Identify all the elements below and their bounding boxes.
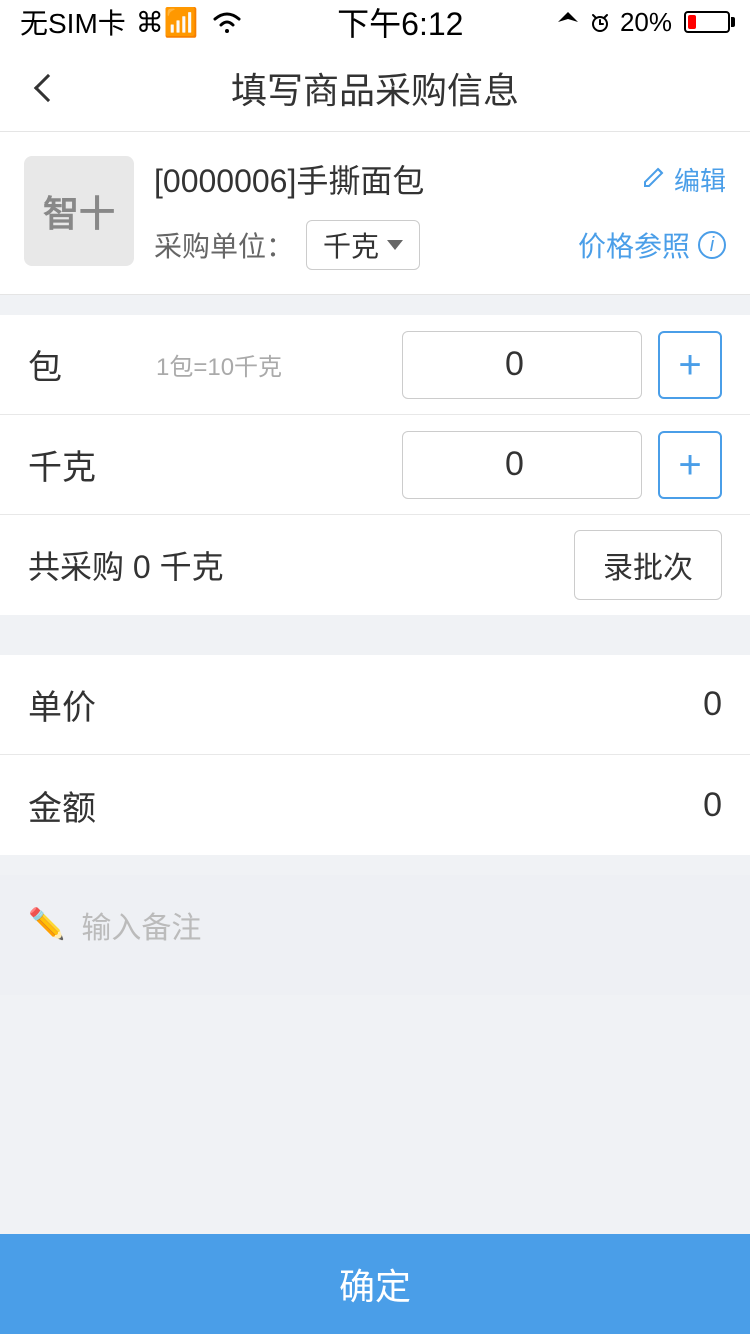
- bag-input-wrapper: +: [282, 331, 722, 399]
- price-ref-label: 价格参照: [578, 225, 690, 265]
- battery-icon: [684, 11, 730, 33]
- location-icon: [556, 10, 580, 34]
- confirm-bar[interactable]: 确定: [0, 1234, 750, 1334]
- status-bar: 无SIM卡 ⌘📶 下午6:12 20%: [0, 0, 750, 44]
- back-arrow-icon: [34, 73, 62, 101]
- unit-price-row: 单价 0: [0, 655, 750, 755]
- input-section: 包 1包=10千克 + 千克 + 共采购 0 千克 录批次: [0, 315, 750, 615]
- edit-label: 编辑: [674, 161, 726, 198]
- batch-button[interactable]: 录批次: [574, 530, 722, 600]
- wifi-icon: ⌘📶: [136, 6, 199, 39]
- edit-icon: [642, 166, 668, 192]
- plus-icon-2: +: [678, 445, 701, 485]
- nav-bar: 填写商品采购信息: [0, 44, 750, 132]
- battery-percent: 20%: [620, 7, 672, 38]
- carrier-text: 无SIM卡: [20, 2, 126, 42]
- unit-price-value: 0: [703, 685, 722, 724]
- bag-label: 包: [28, 340, 148, 389]
- bag-sub-label: 1包=10千克: [156, 347, 282, 382]
- confirm-button-label: 确定: [339, 1258, 411, 1310]
- alarm-icon: [588, 10, 612, 34]
- chevron-down-icon: [387, 240, 403, 250]
- product-name-row: [0000006]手撕面包 编辑: [154, 156, 726, 202]
- section-divider-1: [0, 295, 750, 315]
- price-reference-button[interactable]: 价格参照 i: [578, 225, 726, 265]
- amount-value: 0: [703, 786, 722, 825]
- product-logo: 智十: [43, 185, 115, 237]
- kg-plus-button[interactable]: +: [658, 431, 722, 499]
- amount-label: 金额: [28, 781, 96, 830]
- summary-unit: 千克: [160, 549, 224, 585]
- unit-price-label: 单价: [28, 680, 96, 729]
- product-image: 智十: [24, 156, 134, 266]
- unit-value: 千克: [323, 225, 379, 265]
- kg-input-row: 千克 +: [0, 415, 750, 515]
- summary-label: 共采购: [28, 549, 124, 585]
- pencil-icon: ✏️: [28, 907, 65, 942]
- unit-row: 采购单位： 千克 价格参照 i: [154, 220, 726, 270]
- page-title: 填写商品采购信息: [0, 62, 750, 114]
- product-card: 智十 [0000006]手撕面包 编辑 采购单位： 千克 价格参照 i: [0, 132, 750, 295]
- edit-button[interactable]: 编辑: [642, 161, 726, 198]
- bag-plus-button[interactable]: +: [658, 331, 722, 399]
- amount-row: 金额 0: [0, 755, 750, 855]
- product-name: [0000006]手撕面包: [154, 156, 424, 202]
- summary-value: 0: [133, 549, 160, 585]
- wifi-signal-icon: [209, 9, 245, 35]
- unit-selector[interactable]: 千克: [306, 220, 420, 270]
- price-info-section: 单价 0 金额 0: [0, 655, 750, 855]
- kg-input[interactable]: [402, 431, 642, 499]
- back-button[interactable]: [0, 44, 80, 132]
- summary-row: 共采购 0 千克 录批次: [0, 515, 750, 615]
- section-divider-2: [0, 615, 750, 635]
- plus-icon: +: [678, 345, 701, 385]
- remark-placeholder: 输入备注: [81, 903, 201, 947]
- bag-input-row: 包 1包=10千克 +: [0, 315, 750, 415]
- kg-input-wrapper: +: [148, 431, 722, 499]
- kg-label: 千克: [28, 440, 148, 489]
- status-time: 下午6:12: [337, 0, 463, 45]
- bag-input[interactable]: [402, 331, 642, 399]
- status-left: 无SIM卡 ⌘📶: [20, 2, 245, 42]
- unit-label: 采购单位：: [154, 225, 294, 265]
- info-icon: i: [698, 231, 726, 259]
- summary-text: 共采购 0 千克: [28, 542, 224, 588]
- product-info: [0000006]手撕面包 编辑 采购单位： 千克 价格参照 i: [154, 156, 726, 270]
- remark-section[interactable]: ✏️ 输入备注: [0, 875, 750, 995]
- status-right: 20%: [556, 7, 730, 38]
